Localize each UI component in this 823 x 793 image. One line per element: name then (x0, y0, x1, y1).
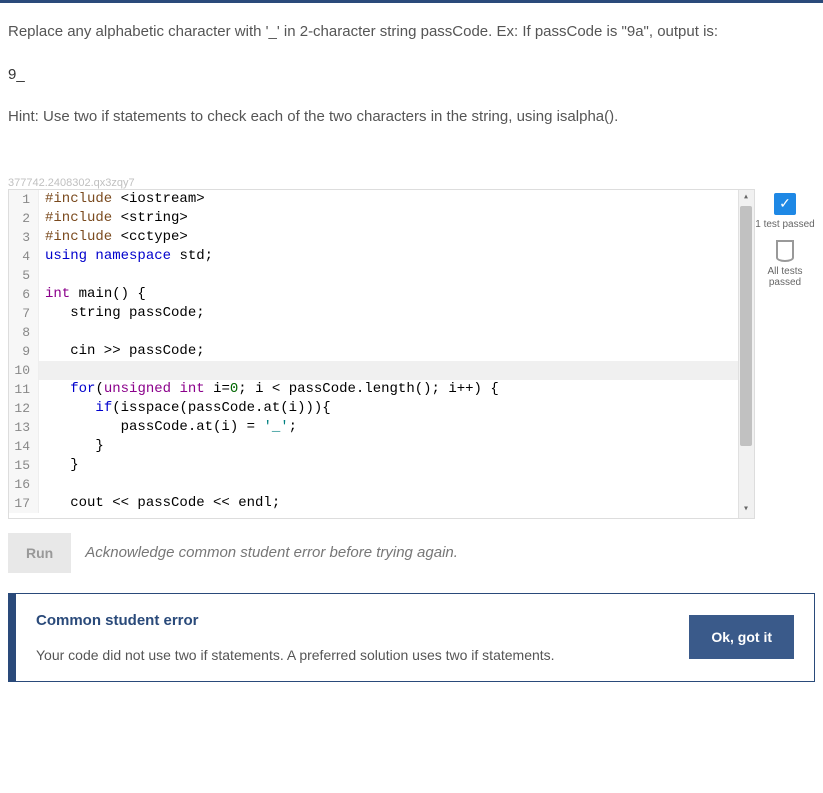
code-line[interactable]: 8 (9, 323, 754, 342)
check-icon: ✓ (774, 193, 796, 215)
run-button[interactable]: Run (8, 533, 71, 573)
line-number: 8 (9, 323, 39, 342)
line-number: 15 (9, 456, 39, 475)
code-text[interactable]: #include <cctype> (39, 228, 188, 247)
code-text[interactable]: using namespace std; (39, 247, 213, 266)
code-text[interactable]: int main() { (39, 285, 146, 304)
code-text[interactable] (39, 266, 45, 285)
ok-got-it-button[interactable]: Ok, got it (689, 615, 794, 659)
all-tests-label: All tests passed (755, 266, 815, 288)
code-line[interactable]: 11 for(unsigned int i=0; i < passCode.le… (9, 380, 754, 399)
error-box: Common student error Your code did not u… (8, 593, 815, 682)
code-text[interactable]: #include <iostream> (39, 190, 205, 209)
code-text[interactable]: cout << passCode << endl; (39, 494, 280, 513)
error-body: Your code did not use two if statements.… (36, 647, 555, 663)
code-text[interactable] (39, 323, 45, 342)
code-text[interactable]: } (39, 437, 104, 456)
line-number: 17 (9, 494, 39, 513)
code-editor[interactable]: 1#include <iostream>2#include <string>3#… (8, 189, 755, 519)
run-message: Acknowledge common student error before … (85, 544, 458, 561)
code-text[interactable]: cin >> passCode; (39, 342, 205, 361)
line-number: 1 (9, 190, 39, 209)
code-text[interactable]: passCode.at(i) = '_'; (39, 418, 297, 437)
line-number: 13 (9, 418, 39, 437)
line-number: 7 (9, 304, 39, 323)
code-line[interactable]: 16 (9, 475, 754, 494)
code-line[interactable]: 15 } (9, 456, 754, 475)
problem-prompt: Replace any alphabetic character with '_… (8, 21, 815, 44)
vertical-scrollbar[interactable]: ▴ ▾ (738, 190, 754, 518)
problem-statement: Replace any alphabetic character with '_… (0, 3, 823, 167)
code-text[interactable]: if(isspace(passCode.at(i))){ (39, 399, 331, 418)
code-line[interactable]: 14 } (9, 437, 754, 456)
line-number: 9 (9, 342, 39, 361)
code-line[interactable]: 7 string passCode; (9, 304, 754, 323)
line-number: 14 (9, 437, 39, 456)
test-passed-label: 1 test passed (755, 219, 815, 230)
code-line[interactable]: 9 cin >> passCode; (9, 342, 754, 361)
line-number: 11 (9, 380, 39, 399)
example-output: 9_ (8, 64, 815, 87)
code-area: 1#include <iostream>2#include <string>3#… (0, 189, 823, 519)
code-line[interactable]: 2#include <string> (9, 209, 754, 228)
code-text[interactable] (39, 361, 45, 380)
code-line[interactable]: 10 (9, 361, 754, 380)
error-content: Common student error Your code did not u… (36, 612, 555, 663)
line-number: 5 (9, 266, 39, 285)
shield-icon (776, 240, 794, 262)
test-status-panel: ✓ 1 test passed All tests passed (755, 189, 815, 288)
code-text[interactable]: } (39, 456, 79, 475)
code-line[interactable]: 1#include <iostream> (9, 190, 754, 209)
line-number: 3 (9, 228, 39, 247)
line-number: 16 (9, 475, 39, 494)
code-line[interactable]: 3#include <cctype> (9, 228, 754, 247)
problem-hint: Hint: Use two if statements to check eac… (8, 106, 815, 129)
error-title: Common student error (36, 612, 555, 629)
run-row: Run Acknowledge common student error bef… (0, 525, 823, 581)
code-text[interactable] (39, 475, 45, 494)
line-number: 2 (9, 209, 39, 228)
code-line[interactable]: 5 (9, 266, 754, 285)
code-line[interactable]: 12 if(isspace(passCode.at(i))){ (9, 399, 754, 418)
code-text[interactable]: for(unsigned int i=0; i < passCode.lengt… (39, 380, 499, 399)
code-text[interactable]: string passCode; (39, 304, 205, 323)
code-line[interactable]: 13 passCode.at(i) = '_'; (9, 418, 754, 437)
line-number: 12 (9, 399, 39, 418)
line-number: 4 (9, 247, 39, 266)
code-line[interactable]: 6int main() { (9, 285, 754, 304)
scroll-down-arrow[interactable]: ▾ (740, 504, 752, 516)
code-line[interactable]: 17 cout << passCode << endl; (9, 494, 754, 513)
code-line[interactable]: 4using namespace std; (9, 247, 754, 266)
line-number: 10 (9, 361, 39, 380)
line-number: 6 (9, 285, 39, 304)
scroll-up-arrow[interactable]: ▴ (740, 192, 752, 204)
code-text[interactable]: #include <string> (39, 209, 188, 228)
scrollbar-thumb[interactable] (740, 206, 752, 446)
watermark-id: 377742.2408302.qx3zqy7 (0, 177, 823, 189)
